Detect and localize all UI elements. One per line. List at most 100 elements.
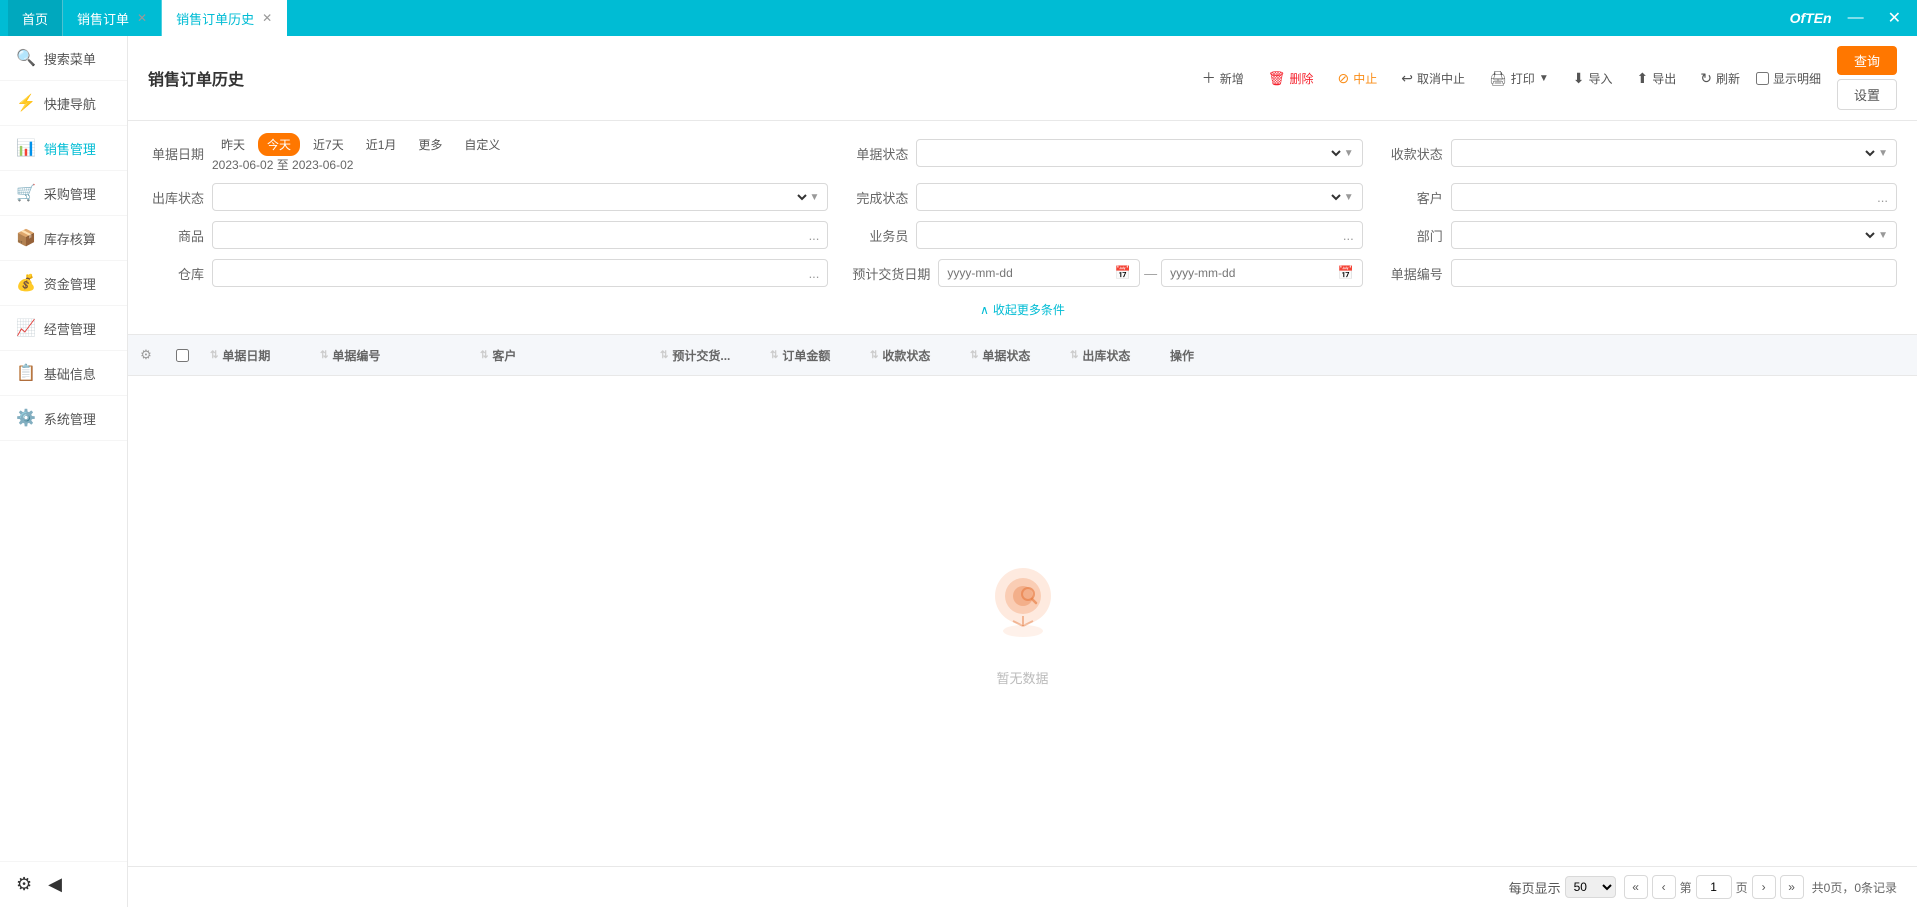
delivery-date-to-control[interactable]: 📅 [1161,259,1363,287]
date-tag-today[interactable]: 今天 [258,133,300,156]
tab-home[interactable]: 首页 [8,0,63,36]
goods-control[interactable]: ... [212,221,828,249]
tab-sales-order-close[interactable]: ✕ [137,11,147,25]
delivery-date-from-calendar-icon[interactable]: 📅 [1115,265,1131,281]
display-detail-checkbox[interactable] [1756,72,1769,85]
display-detail-check[interactable]: 显示明细 [1756,70,1821,87]
delivery-date-from-input[interactable] [947,266,1114,280]
customer-dots-icon[interactable]: ... [1877,190,1888,205]
warehouse-input[interactable] [221,266,809,280]
table-settings-icon[interactable]: ⚙ [128,335,164,375]
page-size-dropdown[interactable]: 10 20 50 100 [1565,876,1616,898]
add-button[interactable]: ＋ 新增 [1194,64,1252,92]
dept-control[interactable]: ▼ [1451,221,1897,249]
main-layout: 🔍 搜索菜单 ⚡ 快捷导航 📊 销售管理 🛒 采购管理 📦 库存核算 💰 资金管… [0,36,1917,907]
collapse-button[interactable]: ∧ 收起更多条件 [148,297,1897,322]
window-minimize-btn[interactable]: — [1840,5,1872,31]
query-button[interactable]: 查询 [1837,46,1897,75]
import-button[interactable]: ⬇ 导入 [1565,66,1621,91]
col-header-action: 操作 [1160,339,1917,372]
dept-select[interactable] [1460,227,1878,243]
sidebar-item-finance[interactable]: 💰 资金管理 [0,261,127,306]
salesman-dots-icon[interactable]: ... [1343,228,1354,243]
sidebar-item-sales-mgmt[interactable]: 📊 销售管理 [0,126,127,171]
warehouse-dots-icon[interactable]: ... [809,266,820,281]
refresh-button[interactable]: ↻ 刷新 [1692,66,1748,91]
stop-button[interactable]: ⊘ 中止 [1330,66,1386,91]
customer-input[interactable] [1460,190,1877,204]
sidebar-item-sys-mgmt[interactable]: ⚙️ 系统管理 [0,396,127,441]
delete-button[interactable]: 🗑 删除 [1260,66,1322,91]
customer-label: 客户 [1387,188,1443,207]
col-header-receipt-status[interactable]: ⇅ 收款状态 [860,339,960,372]
complete-status-arrow-icon: ▼ [1344,192,1354,203]
window-close-btn[interactable]: ✕ [1880,4,1909,32]
sidebar-collapse-icon[interactable]: ◀ [48,874,62,895]
empty-state: 暂无数据 [933,516,1113,727]
sidebar-item-quick-nav[interactable]: ⚡ 快捷导航 [0,81,127,126]
next-page-btn[interactable]: › [1752,875,1776,899]
col-header-doc-no[interactable]: ⇅ 单据编号 [310,339,470,372]
col-header-out-status[interactable]: ⇅ 出库状态 [1060,339,1160,372]
last-page-btn[interactable]: » [1780,875,1804,899]
inventory-icon: 📦 [16,228,36,248]
date-tag-custom[interactable]: 自定义 [455,133,509,156]
cancel-stop-label: 取消中止 [1417,70,1465,87]
col-header-amount[interactable]: ⇅ 订单金额 [760,339,860,372]
cancel-stop-button[interactable]: ↩ 取消中止 [1393,66,1473,91]
salesman-control[interactable]: ... [916,221,1362,249]
tab-sales-order-history-close[interactable]: ✕ [262,11,272,25]
receipt-status-arrow-icon: ▼ [1878,148,1888,159]
sidebar-item-purchase-mgmt[interactable]: 🛒 采购管理 [0,171,127,216]
export-button[interactable]: ⬆ 导出 [1628,66,1684,91]
delivery-date-to-input[interactable] [1170,266,1337,280]
refresh-label: 刷新 [1716,70,1740,87]
brand-label: OfTEn [1790,10,1832,26]
current-page-input[interactable] [1696,875,1732,899]
sidebar-item-inventory[interactable]: 📦 库存核算 [0,216,127,261]
col-header-doc-date[interactable]: ⇅ 单据日期 [200,339,310,372]
doc-status-arrow-icon: ▼ [1344,148,1354,159]
tab-sales-order[interactable]: 销售订单 ✕ [63,0,162,36]
doc-status-select[interactable] [925,145,1343,161]
salesman-input[interactable] [925,228,1342,242]
print-button[interactable]: 🖨 打印 ▼ [1481,66,1557,91]
date-tag-7days[interactable]: 近7天 [304,133,353,156]
complete-status-control[interactable]: ▼ [916,183,1362,211]
delivery-date-to-calendar-icon[interactable]: 📅 [1338,265,1354,281]
sidebar-item-search-menu[interactable]: 🔍 搜索菜单 [0,36,127,81]
col-header-delivery-date[interactable]: ⇅ 预计交货... [650,339,760,372]
sidebar-item-operations-label: 经营管理 [44,319,96,338]
doc-no-input[interactable] [1460,266,1888,280]
sidebar-item-operations[interactable]: 📈 经营管理 [0,306,127,351]
filter-doc-status-item: 单据状态 ▼ [852,139,1362,167]
out-status-select[interactable] [221,189,810,205]
receipt-status-select[interactable] [1460,145,1878,161]
sidebar-settings-icon[interactable]: ⚙ [16,874,32,895]
date-tag-more[interactable]: 更多 [409,133,451,156]
col-header-customer[interactable]: ⇅ 客户 [470,339,650,372]
doc-status-control[interactable]: ▼ [916,139,1362,167]
sidebar-item-quick-nav-label: 快捷导航 [44,94,96,113]
customer-control[interactable]: ... [1451,183,1897,211]
date-tag-yesterday[interactable]: 昨天 [212,133,254,156]
prev-page-btn[interactable]: ‹ [1652,875,1676,899]
setting-button[interactable]: 设置 [1837,79,1897,110]
goods-dots-icon[interactable]: ... [809,228,820,243]
tab-sales-order-history[interactable]: 销售订单历史 ✕ [162,0,287,36]
table-select-all-checkbox-cell[interactable] [164,335,200,375]
select-all-checkbox[interactable] [176,349,189,362]
warehouse-control[interactable]: ... [212,259,828,287]
complete-status-select[interactable] [925,189,1343,205]
date-tag-1month[interactable]: 近1月 [357,133,406,156]
receipt-status-control[interactable]: ▼ [1451,139,1897,167]
delivery-date-from-control[interactable]: 📅 [938,259,1140,287]
doc-no-control[interactable] [1451,259,1897,287]
doc-status-label: 单据状态 [852,144,908,163]
goods-input[interactable] [221,228,809,242]
filter-receipt-status-item: 收款状态 ▼ [1387,139,1897,167]
sidebar-item-basic-info[interactable]: 📋 基础信息 [0,351,127,396]
out-status-control[interactable]: ▼ [212,183,828,211]
first-page-btn[interactable]: « [1624,875,1648,899]
col-header-doc-status[interactable]: ⇅ 单据状态 [960,339,1060,372]
